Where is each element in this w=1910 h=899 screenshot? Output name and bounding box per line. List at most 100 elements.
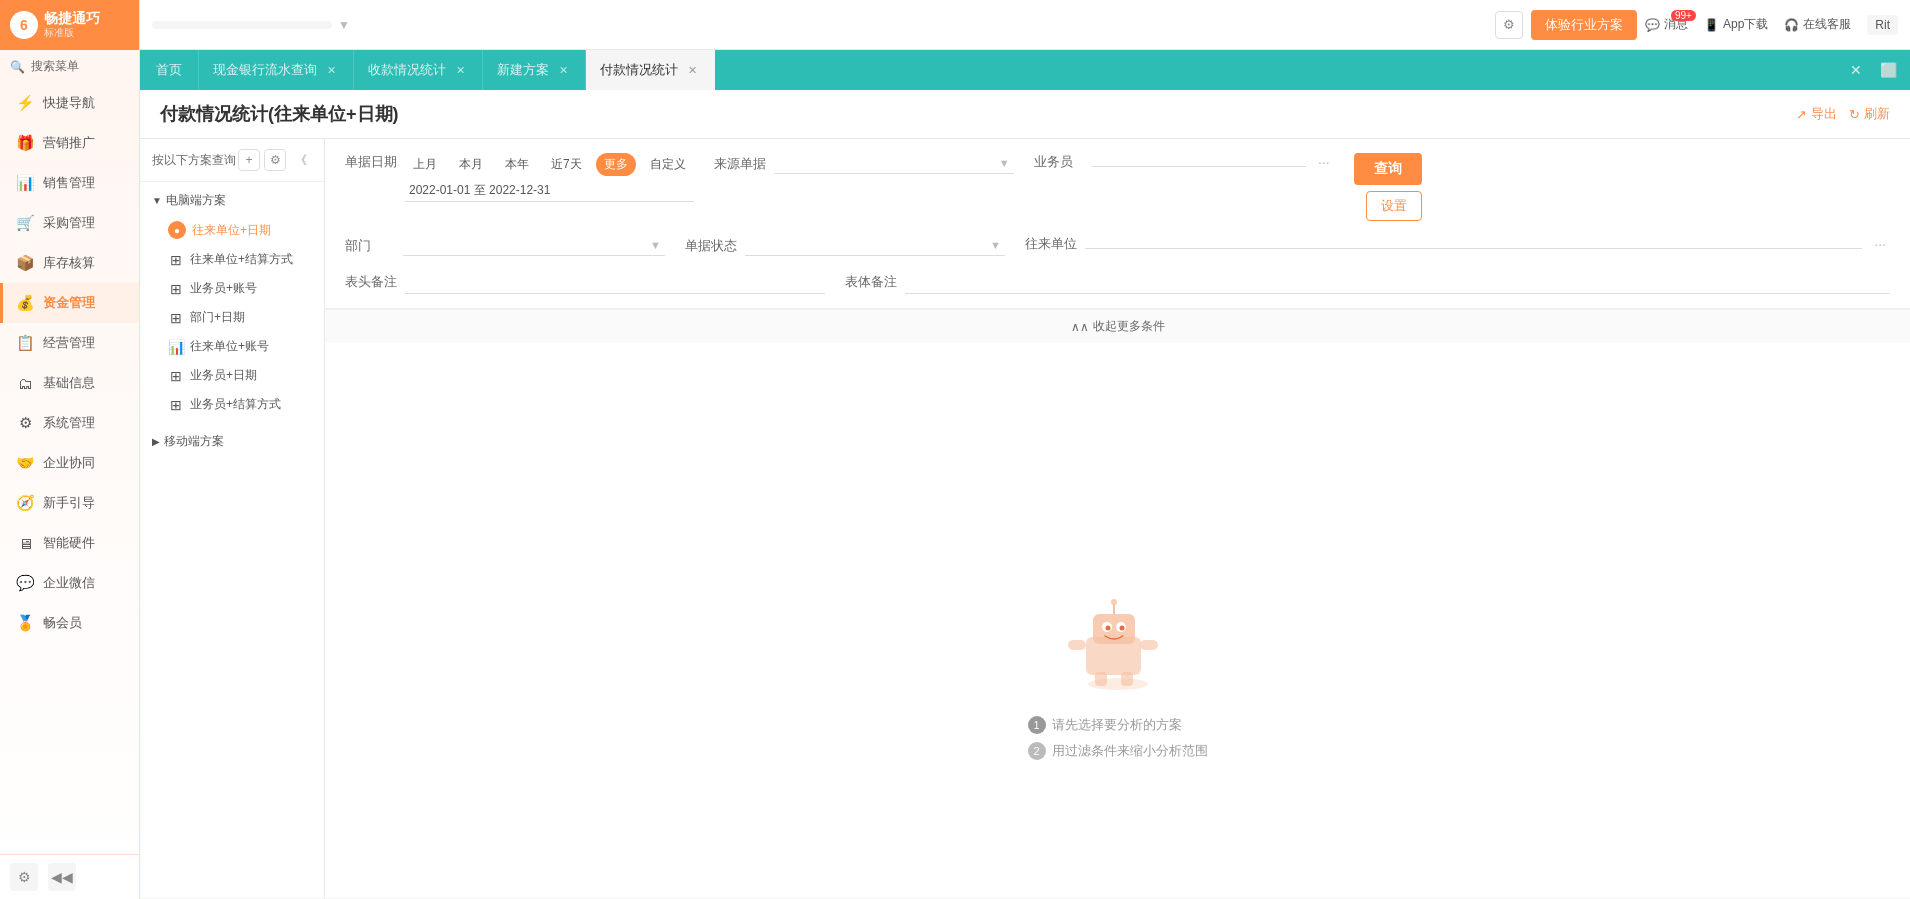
tab-bank-close[interactable]: ✕ [323, 62, 339, 78]
scheme-icon-5: ⊞ [168, 368, 184, 384]
date-chip-lastmonth[interactable]: 上月 [405, 153, 445, 176]
date-chip-thisyear[interactable]: 本年 [497, 153, 537, 176]
date-chip-custom[interactable]: 自定义 [642, 153, 694, 176]
tab-payment-close[interactable]: ✕ [684, 62, 700, 78]
collapse-sidebar-btn[interactable]: ◀◀ [48, 863, 76, 891]
scheme-item-0[interactable]: ● 往来单位+日期 [140, 215, 324, 245]
table-body-note-label: 表体备注 [845, 273, 897, 291]
scheme-panel-collapse-btn[interactable]: 《 [290, 149, 312, 171]
sidebar-item-system[interactable]: ⚙ 系统管理 [0, 403, 139, 443]
search-menu-item[interactable]: 🔍 搜索菜单 [0, 50, 139, 83]
tab-payment[interactable]: 付款情况统计 ✕ [586, 50, 715, 90]
svg-rect-10 [1140, 640, 1158, 650]
svg-point-5 [1105, 626, 1110, 631]
scheme-icon-4: 📊 [168, 339, 184, 355]
scheme-item-2[interactable]: ⊞ 业务员+账号 [140, 274, 324, 303]
message-badge: 99+ [1671, 10, 1696, 21]
sidebar-item-marketing[interactable]: 🎁 营销推广 [0, 123, 139, 163]
settings-bottom-btn[interactable]: ⚙ [10, 863, 38, 891]
business-label: 业务员 [1034, 153, 1084, 171]
marketing-icon: 🎁 [15, 133, 35, 153]
sidebar-item-hardware[interactable]: 🖥 智能硬件 [0, 523, 139, 563]
sidebar-logo: 6 畅捷通巧 标准版 [0, 0, 139, 50]
date-chip-7days[interactable]: 近7天 [543, 153, 590, 176]
collapse-more-btn[interactable]: ∧∧ 收起更多条件 [325, 309, 1910, 343]
scheme-group-desktop-header[interactable]: ▼ 电脑端方案 [140, 186, 324, 215]
sidebar-item-guide[interactable]: 🧭 新手引导 [0, 483, 139, 523]
filter-row-3: 表头备注 表体备注 [345, 270, 1890, 294]
date-range-display[interactable]: 2022-01-01 至 2022-12-31 [405, 180, 694, 202]
filter-setting-btn[interactable]: 设置 [1366, 191, 1422, 221]
tab-receipt[interactable]: 收款情况统计 ✕ [354, 50, 483, 90]
dept-select[interactable]: ▼ [403, 235, 665, 256]
scheme-group-desktop: ▼ 电脑端方案 ● 往来单位+日期 ⊞ 往来单位+结算方式 ⊞ [140, 182, 324, 423]
counterparty-select[interactable] [1085, 240, 1862, 249]
doc-status-select[interactable]: ▼ [745, 235, 1005, 256]
guide-icon: 🧭 [15, 493, 35, 513]
close-all-tabs-btn[interactable]: ✕ [1844, 58, 1868, 82]
dept-label: 部门 [345, 237, 395, 255]
sidebar-item-membership[interactable]: 🏅 畅会员 [0, 603, 139, 643]
basic-info-icon: 🗂 [15, 373, 35, 393]
scheme-item-5[interactable]: ⊞ 业务员+日期 [140, 361, 324, 390]
date-chip-more[interactable]: 更多 [596, 153, 636, 176]
counterparty-ellipsis[interactable]: ··· [1870, 236, 1890, 252]
sidebar-item-purchase[interactable]: 🛒 采购管理 [0, 203, 139, 243]
app-download-btn[interactable]: 📱 App下载 [1704, 16, 1768, 33]
empty-state-tips: 1 请先选择要分析的方案 2 用过滤条件来缩小分析范围 [1028, 712, 1208, 764]
sidebar-item-inventory[interactable]: 📦 库存核算 [0, 243, 139, 283]
tabs-bar-actions: ✕ ⬜ [1834, 50, 1910, 90]
wechat-icon: 💬 [15, 573, 35, 593]
sidebar-item-quicknav[interactable]: ⚡ 快捷导航 [0, 83, 139, 123]
date-chip-thismonth[interactable]: 本月 [451, 153, 491, 176]
username-display[interactable]: Rit [1867, 15, 1898, 35]
scheme-item-6[interactable]: ⊞ 业务员+结算方式 [140, 390, 324, 419]
topbar-gear-btn[interactable]: ⚙ [1495, 11, 1523, 39]
maximize-btn[interactable]: ⬜ [1876, 58, 1900, 82]
export-icon: ↗ [1796, 107, 1807, 122]
tab-home[interactable]: 首页 [140, 50, 199, 90]
sidebar-item-operations[interactable]: 📋 经营管理 [0, 323, 139, 363]
export-btn[interactable]: ↗ 导出 [1796, 105, 1837, 123]
scheme-item-1[interactable]: ⊞ 往来单位+结算方式 [140, 245, 324, 274]
table-header-note-input[interactable] [405, 270, 825, 294]
tab-bank[interactable]: 现金银行流水查询 ✕ [199, 50, 354, 90]
active-scheme-icon: ● [168, 221, 186, 239]
tab-new-scheme-close[interactable]: ✕ [555, 62, 571, 78]
sales-icon: 📊 [15, 173, 35, 193]
sidebar-item-basic-info[interactable]: 🗂 基础信息 [0, 363, 139, 403]
tab-receipt-close[interactable]: ✕ [452, 62, 468, 78]
refresh-btn[interactable]: ↻ 刷新 [1849, 105, 1890, 123]
sidebar-item-sales[interactable]: 📊 销售管理 [0, 163, 139, 203]
scheme-settings-btn[interactable]: ⚙ [264, 149, 286, 171]
sidebar-nav: ⚡ 快捷导航 🎁 营销推广 📊 销售管理 🛒 采购管理 📦 库存核算 💰 资金管… [0, 83, 139, 854]
date-label: 单据日期 [345, 153, 397, 171]
source-select[interactable]: ▼ [774, 153, 1014, 174]
quicknav-icon: ⚡ [15, 93, 35, 113]
scheme-item-3[interactable]: ⊞ 部门+日期 [140, 303, 324, 332]
finance-icon: 💰 [15, 293, 35, 313]
sidebar-item-wechat[interactable]: 💬 企业微信 [0, 563, 139, 603]
address-dropdown-icon[interactable]: ▼ [338, 18, 350, 32]
sidebar-item-finance[interactable]: 💰 资金管理 [0, 283, 139, 323]
scheme-item-4[interactable]: 📊 往来单位+账号 [140, 332, 324, 361]
scheme-group-mobile-header[interactable]: ▶ 移动端方案 [140, 427, 324, 456]
tab-new-scheme[interactable]: 新建方案 ✕ [483, 50, 586, 90]
table-body-note-input[interactable] [905, 270, 1890, 294]
query-btn[interactable]: 查询 [1354, 153, 1422, 185]
business-select[interactable] [1092, 158, 1306, 167]
source-dropdown-icon: ▼ [999, 157, 1010, 169]
svg-rect-12 [1121, 672, 1133, 686]
online-service-btn[interactable]: 🎧 在线客服 [1784, 16, 1851, 33]
trial-btn[interactable]: 体验行业方案 [1531, 10, 1637, 40]
filter-row-1: 单据日期 上月 本月 本年 近7天 更多 自定义 [345, 153, 1890, 221]
logo-text-wrap: 畅捷通巧 标准版 [44, 10, 100, 41]
business-field: 业务员 ··· [1034, 153, 1334, 171]
messages-btn[interactable]: 💬 消息 99+ [1645, 16, 1688, 33]
sidebar-item-enterprise[interactable]: 🤝 企业协同 [0, 443, 139, 483]
scheme-group-mobile: ▶ 移动端方案 [140, 423, 324, 460]
add-scheme-btn[interactable]: + [238, 149, 260, 171]
business-ellipsis[interactable]: ··· [1314, 154, 1334, 170]
scheme-icon-3: ⊞ [168, 310, 184, 326]
dept-field: 部门 ▼ [345, 235, 665, 256]
